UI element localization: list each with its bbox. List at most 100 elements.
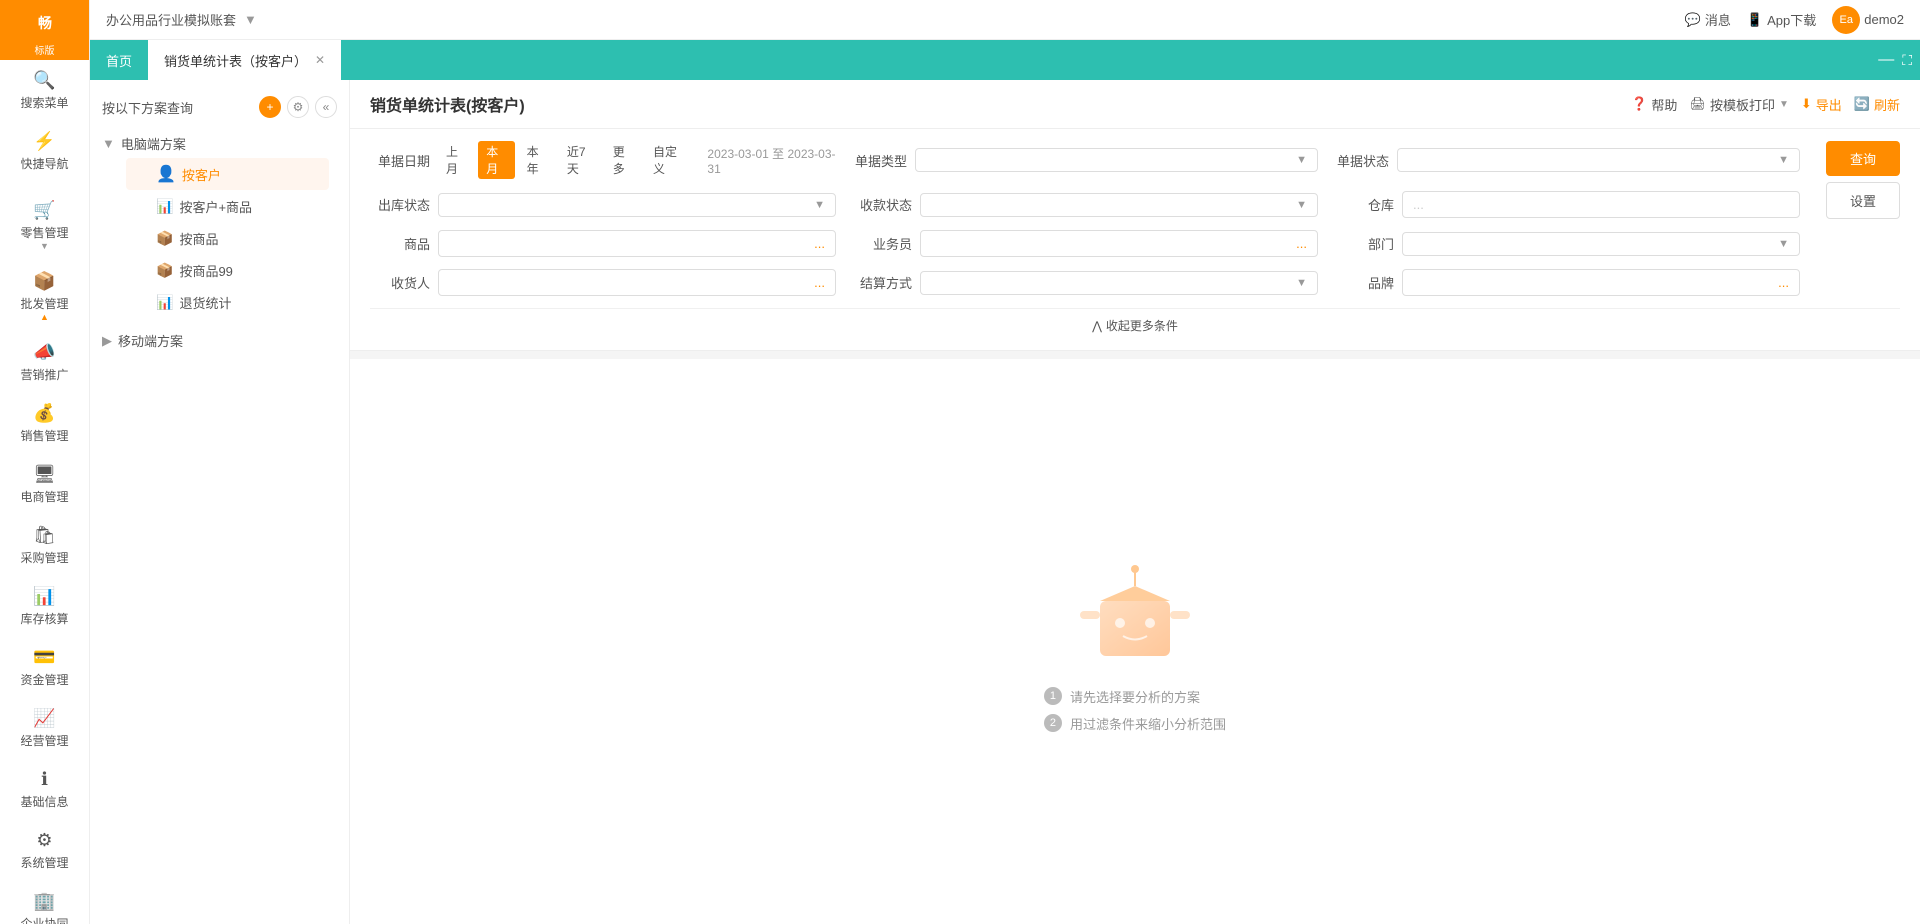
settings-btn[interactable]: 设置 [1826, 182, 1900, 219]
sidebar-item-marketing[interactable]: 📣 营销推广 [0, 332, 90, 393]
filter-row-2: 出库状态 ▼ 收款状态 ▼ 仓库 [370, 191, 1900, 218]
edit-scheme-btn[interactable]: ⚙ [287, 96, 309, 118]
scheme-by-customer[interactable]: 👤 按客户 [126, 158, 329, 190]
date-filter: 单据日期 上月 本月 本年 近7天 更多 自定义 2023-03-01 至 20… [370, 141, 836, 179]
dept-select[interactable]: ▼ [1402, 232, 1800, 256]
settlement-select[interactable]: ▼ [920, 271, 1318, 295]
help-btn[interactable]: ❓ 帮助 [1631, 95, 1677, 114]
out-status-arrow-icon: ▼ [814, 199, 825, 211]
export-label: 导出 [1816, 95, 1842, 114]
date-tab-last-month[interactable]: 上月 [438, 141, 474, 179]
brand-input[interactable]: ... [1402, 269, 1800, 296]
date-tab-more[interactable]: 更多 [605, 141, 641, 179]
basic-info-icon: ℹ [41, 769, 48, 790]
scheme-by-customer-goods[interactable]: 📊 按客户+商品 [126, 191, 329, 222]
dept-filter: 部门 ▼ [1334, 232, 1800, 256]
template-print-btn[interactable]: 🖨 按模板打印 ▼ [1689, 95, 1788, 114]
group-label-text: 移动端方案 [118, 331, 183, 350]
app-download-btn[interactable]: 📱 App下载 [1747, 10, 1816, 29]
tab-home[interactable]: 首页 [90, 40, 148, 80]
sidebar-item-sales[interactable]: 💰 销售管理 [0, 393, 90, 454]
maximize-icon[interactable]: ⛶ [1902, 52, 1912, 69]
finance-icon: 💳 [33, 647, 55, 668]
group-label-text: 电脑端方案 [121, 134, 186, 153]
tip-num-1: 1 [1044, 687, 1062, 705]
group-arrow-icon: ▼ [102, 136, 115, 151]
sidebar-item-purchase[interactable]: 🛍 采购管理 [0, 515, 90, 576]
sidebar-item-label: 经营管理 [20, 732, 68, 749]
sidebar-item-retail[interactable]: 🛒 零售管理 ▼ [0, 190, 90, 261]
message-btn[interactable]: 💬 消息 [1685, 10, 1731, 29]
sidebar-item-label: 批发管理 [20, 295, 68, 312]
sidebar-item-enterprise[interactable]: 🏢 企业协同 [0, 881, 90, 924]
export-btn[interactable]: ⬇ 导出 [1801, 95, 1842, 114]
goods-dots: ... [814, 236, 825, 251]
out-status-select[interactable]: ▼ [438, 193, 836, 217]
query-btn[interactable]: 查询 [1826, 141, 1900, 176]
bill-status-select[interactable]: ▼ [1397, 148, 1800, 172]
tab-close-icon[interactable]: ✕ [315, 53, 325, 67]
sidebar-item-quick-nav[interactable]: ⚡ 快捷导航 [0, 121, 90, 182]
warehouse-filter: 仓库 ... [1334, 191, 1800, 218]
sidebar-item-ecommerce[interactable]: 🖥 电商管理 [0, 454, 90, 515]
retail-arrow-icon: ▼ [40, 241, 49, 251]
scheme-label: 退货统计 [179, 293, 231, 312]
logo-subtitle: 标版 [35, 42, 55, 57]
scheme-icon: 📦 [156, 262, 173, 279]
sidebar-item-system[interactable]: ⚙ 系统管理 [0, 820, 90, 881]
receiver-input[interactable]: ... [438, 269, 836, 296]
sidebar-item-operations[interactable]: 📈 经营管理 [0, 698, 90, 759]
minimize-icon[interactable]: — [1878, 51, 1894, 69]
tab-sales-stats[interactable]: 销货单统计表（按客户） ✕ [148, 40, 341, 80]
tab-home-label: 首页 [106, 51, 132, 70]
wholesale-icon: 📦 [33, 271, 55, 292]
bill-status-filter: 单据状态 ▼ [1334, 148, 1800, 172]
page-title-bar: 销货单统计表(按客户) ❓ 帮助 🖨 按模板打印 ▼ ⬇ 导出 [350, 80, 1920, 129]
date-tab-this-month[interactable]: 本月 [478, 141, 514, 179]
retail-icon: 🛒 [33, 200, 55, 221]
sidebar-item-label: 企业协同 [20, 915, 68, 924]
filter-row-3: 商品 ... 业务员 ... 部门 [370, 230, 1900, 257]
salesperson-input[interactable]: ... [920, 230, 1318, 257]
sidebar-item-finance[interactable]: 💳 资金管理 [0, 637, 90, 698]
scheme-label: 按商品99 [179, 261, 232, 280]
bill-type-select[interactable]: ▼ [915, 148, 1318, 172]
sidebar-item-wholesale[interactable]: 📦 批发管理 ▲ [0, 261, 90, 332]
collapse-up-icon: ⋀ [1092, 319, 1102, 333]
sidebar-item-search-menu[interactable]: 🔍 搜索菜单 [0, 60, 90, 121]
pc-scheme-group-label[interactable]: ▼ 电脑端方案 [102, 130, 337, 157]
settlement-arrow-icon: ▼ [1296, 277, 1307, 289]
receipt-status-select[interactable]: ▼ [920, 193, 1318, 217]
collapse-panel-btn[interactable]: « [315, 96, 337, 118]
user-profile[interactable]: Ea demo2 [1832, 6, 1904, 34]
collapse-btn[interactable]: ⋀ 收起更多条件 [370, 308, 1900, 342]
sidebar-item-inventory[interactable]: 📊 库存核算 [0, 576, 90, 637]
date-tab-custom[interactable]: 自定义 [645, 141, 691, 179]
date-tab-7days[interactable]: 近7天 [559, 141, 601, 179]
scheme-by-goods[interactable]: 📦 按商品 [126, 223, 329, 254]
sidebar-item-basic-info[interactable]: ℹ 基础信息 [0, 759, 90, 820]
marketing-icon: 📣 [33, 342, 55, 363]
date-range: 2023-03-01 至 2023-03-31 [707, 145, 836, 176]
date-tabs: 上月 本月 本年 近7天 更多 自定义 [438, 141, 691, 179]
scheme-label: 按商品 [179, 229, 218, 248]
scheme-by-goods-99[interactable]: 📦 按商品99 [126, 255, 329, 286]
main-content: 办公用品行业模拟账套 ▼ 💬 消息 📱 App下载 Ea demo2 首页 [90, 0, 1920, 924]
out-status-label: 出库状态 [370, 195, 430, 214]
goods-input[interactable]: ... [438, 230, 836, 257]
app-download-icon: 📱 [1747, 12, 1763, 28]
date-tab-this-year[interactable]: 本年 [519, 141, 555, 179]
search-menu-icon: 🔍 [33, 70, 55, 91]
tab-sales-label: 销货单统计表（按客户） [164, 51, 307, 70]
page-title: 销货单统计表(按客户) [370, 92, 525, 116]
warehouse-input[interactable]: ... [1402, 191, 1800, 218]
scheme-return-stats[interactable]: 📊 退货统计 [126, 287, 329, 318]
dropdown-arrow-icon[interactable]: ▼ [244, 12, 257, 27]
mobile-scheme-group-label[interactable]: ▶ 移动端方案 [102, 327, 337, 354]
template-print-label: 按模板打印 [1710, 95, 1775, 114]
add-scheme-btn[interactable]: + [259, 96, 281, 118]
receipt-status-label: 收款状态 [852, 195, 912, 214]
scheme-icon: 📦 [156, 230, 173, 247]
brand-dots: ... [1778, 275, 1789, 290]
refresh-btn[interactable]: 🔄 刷新 [1854, 95, 1900, 114]
